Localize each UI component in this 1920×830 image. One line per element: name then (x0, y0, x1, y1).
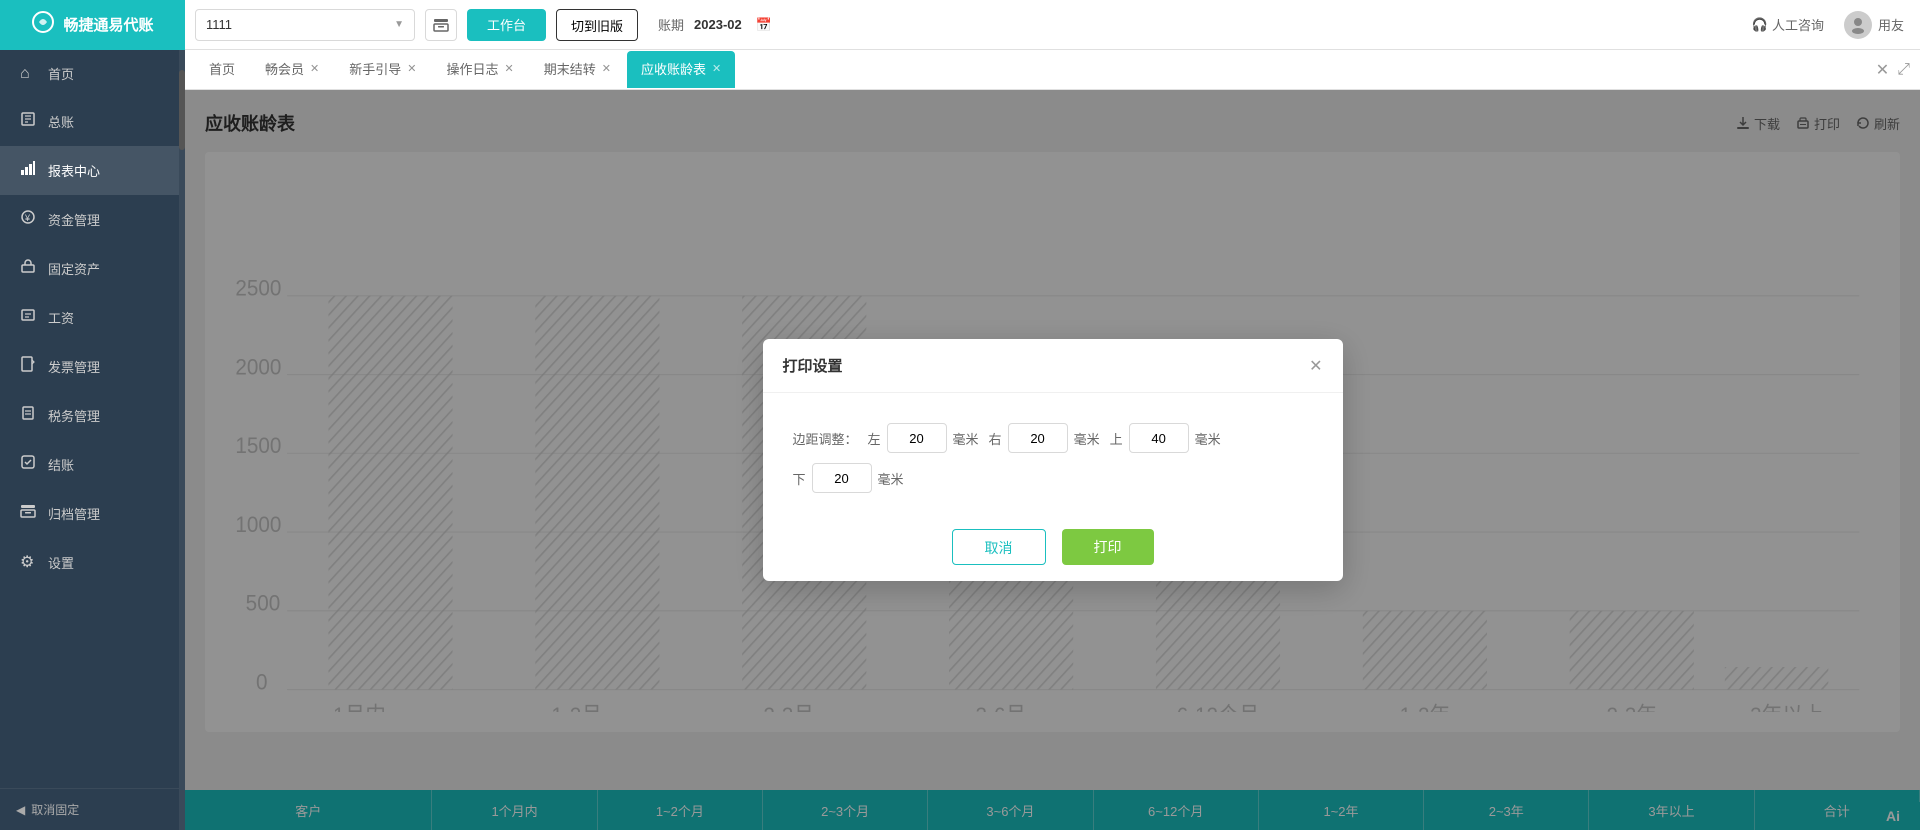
tab-close-yearend[interactable]: ✕ (602, 62, 611, 75)
sidebar-item-assets[interactable]: 固定资产 (0, 244, 185, 293)
svg-text:¥: ¥ (24, 213, 31, 223)
archive-icon (20, 503, 38, 524)
sidebar-item-home[interactable]: ⌂ 首页 (0, 50, 185, 97)
modal-overlay: 打印设置 ✕ 边距调整： 左 毫米 右 (185, 90, 1920, 830)
sidebar-item-archive[interactable]: 归档管理 (0, 489, 185, 538)
archive-button[interactable] (425, 9, 457, 41)
tab-oplog[interactable]: 操作日志 ✕ (432, 51, 527, 88)
logo-icon (31, 10, 55, 40)
logo-text: 畅捷通易代账 (63, 14, 153, 35)
content-area: 首页 畅会员 ✕ 新手引导 ✕ 操作日志 ✕ 期末结转 ✕ 应收账龄表 ✕ (185, 50, 1920, 830)
right-unit: 毫米 (1074, 429, 1100, 448)
right-prefix: 右 (989, 429, 1002, 448)
bottom-unit: 毫米 (878, 469, 904, 488)
bottom-margin-input[interactable] (812, 463, 872, 493)
tab-actions: ✕ ⤢ (1876, 60, 1910, 80)
modal-close-button[interactable]: ✕ (1309, 356, 1322, 376)
tab-close-oplog[interactable]: ✕ (505, 62, 514, 75)
tab-guide[interactable]: 新手引导 ✕ (335, 51, 430, 88)
headphone-icon: 🎧 (1752, 17, 1768, 33)
confirm-print-button[interactable]: 打印 (1062, 529, 1154, 565)
left-margin-input[interactable] (887, 423, 947, 453)
period-label: 账期 (658, 15, 684, 34)
avatar (1844, 11, 1872, 39)
margin-label: 边距调整： (793, 429, 858, 448)
sidebar-item-payroll[interactable]: 工资 (0, 293, 185, 342)
tab-member[interactable]: 畅会员 ✕ (251, 51, 333, 88)
tabs-bar: 首页 畅会员 ✕ 新手引导 ✕ 操作日志 ✕ 期末结转 ✕ 应收账龄表 ✕ (185, 50, 1920, 90)
funds-icon: ¥ (20, 209, 38, 230)
workbench-button[interactable]: 工作台 (467, 9, 546, 41)
right-margin-input[interactable] (1008, 423, 1068, 453)
tab-close-aging[interactable]: ✕ (712, 62, 721, 75)
top-margin-input[interactable] (1129, 423, 1189, 453)
margin-row: 边距调整： 左 毫米 右 毫米 (793, 423, 1313, 493)
home-icon: ⌂ (20, 65, 38, 83)
ledger-icon (20, 111, 38, 132)
tab-expand[interactable]: ⤢ (1897, 61, 1910, 79)
settings-icon: ⚙ (20, 552, 38, 572)
tab-close-all[interactable]: ✕ (1876, 60, 1889, 80)
switch-version-button[interactable]: 切到旧版 (556, 9, 638, 41)
tab-close-guide[interactable]: ✕ (407, 62, 416, 75)
modal-title: 打印设置 (783, 355, 843, 376)
sidebar-item-settings[interactable]: ⚙ 设置 (0, 538, 185, 586)
page-content: 应收账龄表 下载 打印 刷新 (185, 90, 1920, 830)
bottom-prefix: 下 (793, 469, 806, 488)
sidebar-item-checkout[interactable]: 结账 (0, 440, 185, 489)
main-layout: ⌂ 首页 总账 报表中心 ¥ 资金管理 固定资产 (0, 50, 1920, 830)
tab-yearend[interactable]: 期末结转 ✕ (530, 51, 625, 88)
tax-icon (20, 405, 38, 426)
company-selector[interactable]: 1111 ▼ (195, 9, 415, 41)
tab-aging[interactable]: 应收账龄表 ✕ (627, 51, 735, 88)
sidebar-item-ledger[interactable]: 总账 (0, 97, 185, 146)
dropdown-icon: ▼ (394, 19, 404, 30)
sidebar: ⌂ 首页 总账 报表中心 ¥ 资金管理 固定资产 (0, 50, 185, 830)
top-unit: 毫米 (1195, 429, 1221, 448)
top-margin-group: 上 毫米 (1110, 423, 1221, 453)
top-header: 畅捷通易代账 1111 ▼ 工作台 切到旧版 账期 2023-02 📅 🎧 人工… (0, 0, 1920, 50)
sidebar-item-invoice[interactable]: 发票管理 (0, 342, 185, 391)
user-button[interactable]: 用友 (1844, 11, 1904, 39)
print-settings-modal: 打印设置 ✕ 边距调整： 左 毫米 右 (763, 339, 1343, 581)
tab-home[interactable]: 首页 (195, 51, 249, 88)
sidebar-item-tax[interactable]: 税务管理 (0, 391, 185, 440)
checkout-icon (20, 454, 38, 475)
modal-body: 边距调整： 左 毫米 右 毫米 (763, 393, 1343, 513)
reports-icon (20, 160, 38, 181)
sidebar-item-reports[interactable]: 报表中心 (0, 146, 185, 195)
period-value: 2023-02 (694, 17, 742, 32)
left-prefix: 左 (868, 429, 881, 448)
left-unit: 毫米 (953, 429, 979, 448)
left-margin-group: 左 毫米 (868, 423, 979, 453)
sidebar-item-funds[interactable]: ¥ 资金管理 (0, 195, 185, 244)
invoice-icon (20, 356, 38, 377)
cancel-button[interactable]: 取消 (952, 529, 1046, 565)
company-name: 1111 (206, 17, 388, 32)
calendar-icon[interactable]: 📅 (756, 17, 772, 33)
sidebar-collapse[interactable]: ◀ 取消固定 (0, 788, 185, 830)
modal-header: 打印设置 ✕ (763, 339, 1343, 393)
tab-close-member[interactable]: ✕ (310, 62, 319, 75)
assets-icon (20, 258, 38, 279)
collapse-icon: ◀ (16, 803, 25, 817)
payroll-icon (20, 307, 38, 328)
right-margin-group: 右 毫米 (989, 423, 1100, 453)
top-prefix: 上 (1110, 429, 1123, 448)
modal-footer: 取消 打印 (763, 513, 1343, 581)
support-button[interactable]: 🎧 人工咨询 (1752, 15, 1824, 34)
bottom-margin-group: 下 毫米 (793, 463, 904, 493)
logo-area: 畅捷通易代账 (0, 0, 185, 50)
header-right: 🎧 人工咨询 用友 (1752, 11, 1904, 39)
